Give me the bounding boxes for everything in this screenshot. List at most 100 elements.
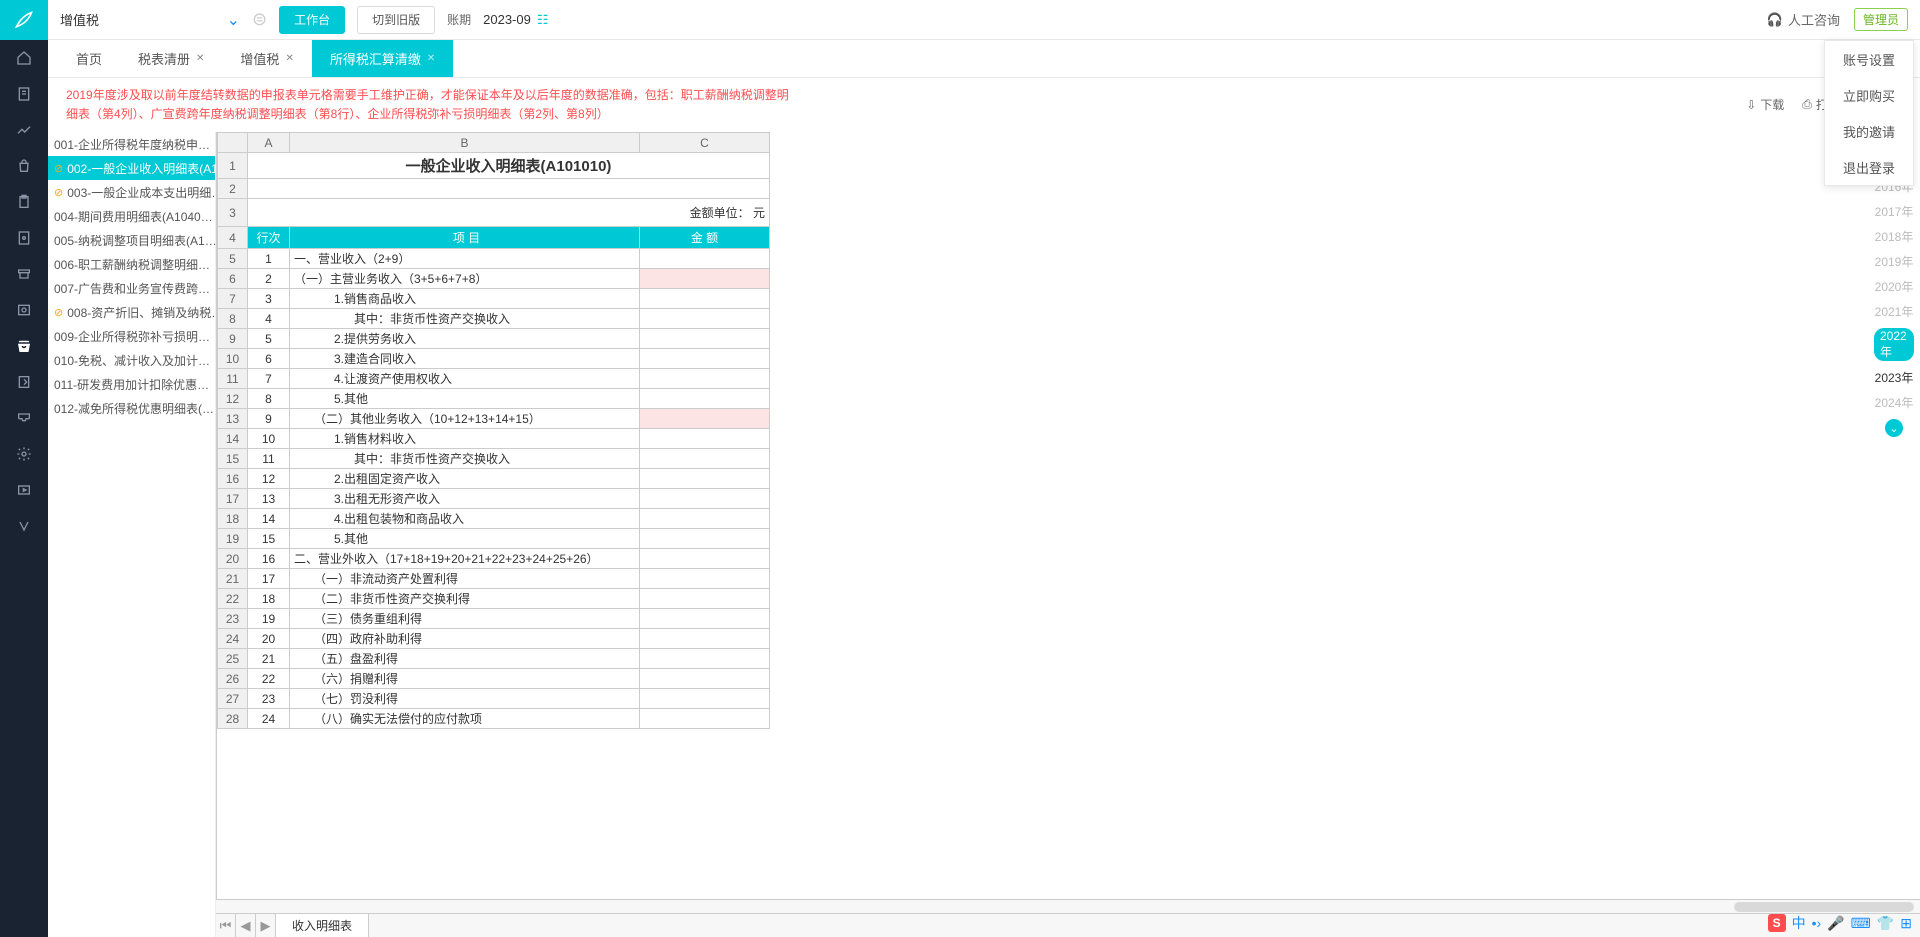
cell-item[interactable]: 4.让渡资产使用权收入 xyxy=(290,369,640,389)
cell-line[interactable]: 5 xyxy=(248,329,290,349)
nav-home-icon[interactable] xyxy=(0,40,48,76)
cell-item[interactable]: （四）政府补助利得 xyxy=(290,629,640,649)
sheet-nav-first[interactable]: ⏮ xyxy=(216,914,236,937)
cell-line[interactable]: 11 xyxy=(248,449,290,469)
row-header[interactable]: 13 xyxy=(218,409,248,429)
cell-amount[interactable] xyxy=(640,649,770,669)
cell-item[interactable]: （七）罚没利得 xyxy=(290,689,640,709)
cell-item[interactable]: 3.出租无形资产收入 xyxy=(290,489,640,509)
row-header[interactable]: 9 xyxy=(218,329,248,349)
dropdown-item[interactable]: 账号设置 xyxy=(1825,41,1913,77)
cell-amount[interactable] xyxy=(640,309,770,329)
form-list-item[interactable]: ⊘003-一般企业成本支出明细… xyxy=(48,180,215,204)
cell-amount[interactable] xyxy=(640,269,770,289)
cell-item[interactable]: （六）捐赠利得 xyxy=(290,669,640,689)
ime-punct-icon[interactable]: •› xyxy=(1812,915,1822,931)
cell-amount[interactable] xyxy=(640,609,770,629)
cell-amount[interactable] xyxy=(640,489,770,509)
cell-amount[interactable] xyxy=(640,429,770,449)
nav-settings-icon[interactable] xyxy=(0,436,48,472)
row-header[interactable]: 19 xyxy=(218,529,248,549)
ime-keyboard-icon[interactable]: ⌨ xyxy=(1851,915,1871,932)
nav-video-icon[interactable] xyxy=(0,472,48,508)
cell-item[interactable]: 其中：非货币性资产交换收入 xyxy=(290,449,640,469)
nav-v-icon[interactable] xyxy=(0,508,48,544)
col-header[interactable]: A xyxy=(248,133,290,153)
cell-amount[interactable] xyxy=(640,509,770,529)
cell-line[interactable]: 22 xyxy=(248,669,290,689)
nav-clipboard-icon[interactable] xyxy=(0,184,48,220)
cell-amount[interactable] xyxy=(640,589,770,609)
nav-chart-icon[interactable] xyxy=(0,112,48,148)
sheet-tab[interactable]: 收入明细表 xyxy=(276,914,369,937)
cell-item[interactable]: （五）盘盈利得 xyxy=(290,649,640,669)
nav-safe-icon[interactable] xyxy=(0,292,48,328)
cell-line[interactable]: 18 xyxy=(248,589,290,609)
row-header[interactable]: 15 xyxy=(218,449,248,469)
row-header[interactable]: 26 xyxy=(218,669,248,689)
year-item[interactable]: 2021年 xyxy=(1875,303,1914,320)
ime-mic-icon[interactable]: 🎤 xyxy=(1827,915,1844,932)
row-header[interactable]: 6 xyxy=(218,269,248,289)
ime-grid-icon[interactable]: ⊞ xyxy=(1900,915,1912,932)
cell-line[interactable]: 24 xyxy=(248,709,290,729)
row-header[interactable]: 24 xyxy=(218,629,248,649)
cell-amount[interactable] xyxy=(640,689,770,709)
tab-税表清册[interactable]: 税表清册✕ xyxy=(120,40,222,77)
row-header[interactable]: 14 xyxy=(218,429,248,449)
dropdown-item[interactable]: 退出登录 xyxy=(1825,149,1913,185)
horizontal-scrollbar[interactable] xyxy=(216,899,1920,913)
cell-line[interactable]: 1 xyxy=(248,249,290,269)
tab-所得税汇算清缴[interactable]: 所得税汇算清缴✕ xyxy=(312,40,453,77)
form-list-item[interactable]: 012-减免所得税优惠明细表(… xyxy=(48,396,215,420)
download-button[interactable]: ⇩下载 xyxy=(1746,96,1784,113)
row-header[interactable]: 28 xyxy=(218,709,248,729)
cell-amount[interactable] xyxy=(640,569,770,589)
form-list-item[interactable]: 010-免税、减计收入及加计… xyxy=(48,348,215,372)
cell-line[interactable]: 13 xyxy=(248,489,290,509)
row-header[interactable]: 5 xyxy=(218,249,248,269)
row-header[interactable]: 11 xyxy=(218,369,248,389)
form-list-item[interactable]: 001-企业所得税年度纳税申… xyxy=(48,132,215,156)
switch-old-button[interactable]: 切到旧版 xyxy=(357,6,435,34)
cell-line[interactable]: 12 xyxy=(248,469,290,489)
dropdown-item[interactable]: 我的邀请 xyxy=(1825,113,1913,149)
nav-doc-icon[interactable] xyxy=(0,76,48,112)
form-list-item[interactable]: 007-广告费和业务宣传费跨… xyxy=(48,276,215,300)
spreadsheet[interactable]: ABC1一般企业收入明细表(A101010)23金额单位： 元4行次项 目金 额… xyxy=(217,132,770,729)
cell-line[interactable]: 23 xyxy=(248,689,290,709)
cell-amount[interactable] xyxy=(640,389,770,409)
cell-line[interactable]: 19 xyxy=(248,609,290,629)
cell-line[interactable]: 4 xyxy=(248,309,290,329)
sheet-nav-prev[interactable]: ◀ xyxy=(236,914,256,937)
cell-line[interactable]: 2 xyxy=(248,269,290,289)
cell-amount[interactable] xyxy=(640,369,770,389)
cell-line[interactable]: 16 xyxy=(248,549,290,569)
form-list-item[interactable]: 011-研发费用加计扣除优惠… xyxy=(48,372,215,396)
row-header[interactable]: 12 xyxy=(218,389,248,409)
ime-lang[interactable]: 中 xyxy=(1792,913,1806,933)
form-list-item[interactable]: ⊘008-资产折旧、摊销及纳税… xyxy=(48,300,215,324)
cell-item[interactable]: 5.其他 xyxy=(290,529,640,549)
year-item[interactable]: 2022年 xyxy=(1874,328,1914,361)
consult-link[interactable]: 🎧 人工咨询 xyxy=(1767,10,1840,29)
year-item[interactable]: 2018年 xyxy=(1875,228,1914,245)
col-header[interactable]: C xyxy=(640,133,770,153)
nav-export-icon[interactable] xyxy=(0,364,48,400)
row-header[interactable]: 20 xyxy=(218,549,248,569)
ime-shirt-icon[interactable]: 👕 xyxy=(1877,915,1894,932)
cell-line[interactable]: 3 xyxy=(248,289,290,309)
cell-line[interactable]: 8 xyxy=(248,389,290,409)
cell-amount[interactable] xyxy=(640,629,770,649)
cell-item[interactable]: 一、营业收入（2+9） xyxy=(290,249,640,269)
cell-line[interactable]: 9 xyxy=(248,409,290,429)
nav-inbox-icon[interactable] xyxy=(0,400,48,436)
row-header[interactable]: 21 xyxy=(218,569,248,589)
workbench-button[interactable]: 工作台 xyxy=(279,6,345,34)
nav-store-icon[interactable] xyxy=(0,256,48,292)
cell-item[interactable]: 1.销售商品收入 xyxy=(290,289,640,309)
row-header[interactable]: 27 xyxy=(218,689,248,709)
cell-line[interactable]: 14 xyxy=(248,509,290,529)
cell-line[interactable]: 7 xyxy=(248,369,290,389)
form-list-item[interactable]: 004-期间费用明细表(A1040… xyxy=(48,204,215,228)
